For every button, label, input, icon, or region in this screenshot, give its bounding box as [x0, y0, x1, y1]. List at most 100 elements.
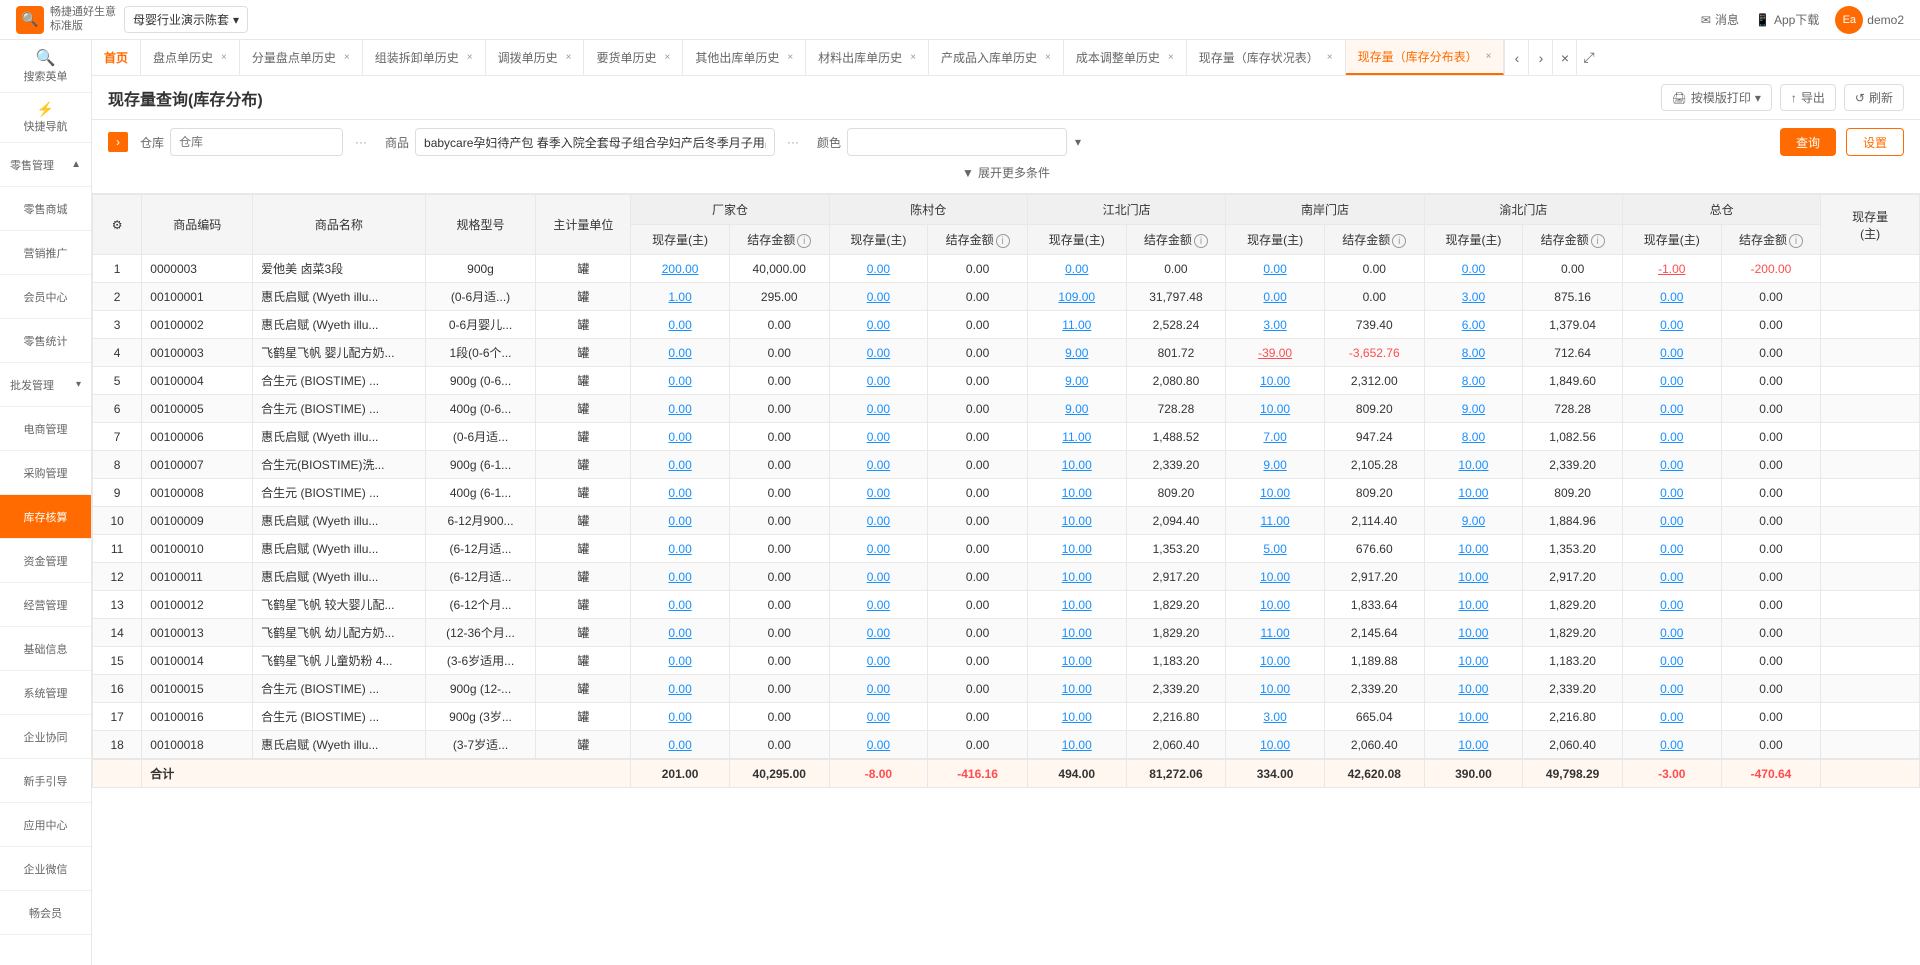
message-btn[interactable]: ✉ 消息 — [1701, 11, 1739, 28]
info-icon[interactable]: i — [996, 234, 1010, 248]
sidebar-item-label: 应用中心 — [24, 817, 68, 833]
close-icon[interactable]: × — [1045, 52, 1051, 63]
total-stock-cell: 0.00 — [1623, 339, 1722, 367]
sidebar-item-quicknav[interactable]: ⚡ 快捷导航 — [0, 93, 91, 143]
close-icon[interactable]: × — [910, 52, 916, 63]
tab-material-outbound[interactable]: 材料出库单历史 × — [806, 40, 929, 75]
nanan-stock-cell: 10.00 — [1226, 479, 1325, 507]
total-amount-cell: 0.00 — [1721, 451, 1821, 479]
sidebar-item-retail-mall[interactable]: 零售商城 — [0, 187, 91, 231]
chenbu-stock-cell: 0.00 — [829, 255, 928, 283]
chenbu-stock-cell: 0.00 — [829, 479, 928, 507]
nanan-amount-cell: 2,339.20 — [1324, 675, 1424, 703]
chenbu-amount-cell: 0.00 — [928, 591, 1028, 619]
tab-finished-inbound[interactable]: 产成品入库单历史 × — [929, 40, 1064, 75]
sidebar-item-operations[interactable]: 经营管理 — [0, 583, 91, 627]
tab-next-btn[interactable]: › — [1528, 40, 1552, 76]
tab-assembly[interactable]: 组装拆卸单历史 × — [363, 40, 486, 75]
tab-stock-status[interactable]: 现存量（库存状况表） × — [1187, 40, 1346, 75]
color-dropdown-icon[interactable]: ▾ — [1075, 135, 1081, 149]
sidebar-item-ecommerce[interactable]: 电商管理 — [0, 407, 91, 451]
seq-cell: 18 — [93, 731, 142, 760]
tab-requisition[interactable]: 要货单历史 × — [584, 40, 683, 75]
product-input[interactable] — [415, 128, 775, 156]
tab-stocktake-history[interactable]: 盘点单历史 × — [141, 40, 240, 75]
sidebar-item-collab[interactable]: 企业协同 — [0, 715, 91, 759]
user-menu[interactable]: Ea demo2 — [1835, 6, 1904, 34]
tenant-selector[interactable]: 母婴行业演示陈套 ▾ — [124, 6, 248, 33]
close-icon[interactable]: × — [1486, 51, 1492, 62]
close-icon[interactable]: × — [1168, 52, 1174, 63]
yuebei-amount-cell: 728.28 — [1523, 395, 1623, 423]
sidebar-item-appcenter[interactable]: 应用中心 — [0, 803, 91, 847]
factory-stock-cell: 0.00 — [631, 535, 730, 563]
close-icon[interactable]: × — [344, 52, 350, 63]
print-button[interactable]: 🖨 按模版打印 ▾ — [1661, 84, 1772, 111]
tab-partial-stocktake[interactable]: 分量盘点单历史 × — [240, 40, 363, 75]
refresh-button[interactable]: ↺ 刷新 — [1844, 84, 1904, 111]
info-icon[interactable]: i — [1789, 234, 1803, 248]
settings-button[interactable]: 设置 — [1846, 128, 1904, 156]
sidebar-item-search[interactable]: 🔍 搜索英单 — [0, 40, 91, 93]
factory-stock-cell: 0.00 — [631, 367, 730, 395]
table-area[interactable]: ⚙ 商品编码 商品名称 规格型号 主计量单位 厂家仓 陈村仓 江北门店 南岸门店… — [92, 194, 1920, 965]
export-button[interactable]: ↑ 导出 — [1780, 84, 1836, 111]
sidebar-item-basicinfo[interactable]: 基础信息 — [0, 627, 91, 671]
info-icon[interactable]: i — [1392, 234, 1406, 248]
yuebei-stock-cell: 0.00 — [1424, 255, 1523, 283]
footer-yuebei-stock: 390.00 — [1424, 759, 1523, 788]
tab-transfer[interactable]: 调拨单历史 × — [486, 40, 585, 75]
sidebar-item-guide[interactable]: 新手引导 — [0, 759, 91, 803]
seq-cell: 13 — [93, 591, 142, 619]
close-icon[interactable]: × — [787, 52, 793, 63]
sidebar-item-wholesale[interactable]: 批发管理 ▾ — [0, 363, 91, 407]
product-dots-btn[interactable]: ··· — [781, 135, 805, 149]
tab-stock-dist[interactable]: 现存量（库存分布表） × — [1346, 40, 1505, 75]
sidebar-item-purchase[interactable]: 采购管理 — [0, 451, 91, 495]
info-icon[interactable]: i — [1591, 234, 1605, 248]
close-icon[interactable]: × — [1327, 52, 1333, 63]
tab-close-btn[interactable]: × — [1552, 40, 1576, 76]
app-download-btn[interactable]: 📱 App下载 — [1755, 11, 1819, 28]
warehouse-input[interactable] — [170, 128, 343, 156]
table-row: 12 00100011 惠氏启赋 (Wyeth illu... (6-12月适.… — [93, 563, 1920, 591]
color-input[interactable] — [847, 128, 1067, 156]
sidebar-item-member2[interactable]: 畅会员 — [0, 891, 91, 935]
jiangbei-amount-cell: 2,917.20 — [1126, 563, 1226, 591]
close-icon[interactable]: × — [467, 52, 473, 63]
code-cell: 00100010 — [142, 535, 253, 563]
tab-expand-btn[interactable]: ⤢ — [1576, 40, 1600, 76]
warehouse-dots-btn[interactable]: ··· — [349, 135, 373, 149]
code-cell: 00100011 — [142, 563, 253, 591]
total-stock-cell: 0.00 — [1623, 703, 1722, 731]
search-button[interactable]: 查询 — [1780, 128, 1836, 156]
sidebar-item-wechat[interactable]: 企业微信 — [0, 847, 91, 891]
sidebar-item-inventory[interactable]: 库存核算 — [0, 495, 91, 539]
col-jiangbei-stock-sub: 现存量(主) — [1027, 225, 1126, 255]
expand-conditions-btn[interactable]: ▼ 展开更多条件 — [954, 160, 1058, 185]
tab-other-outbound[interactable]: 其他出库单历史 × — [683, 40, 806, 75]
sidebar-item-retail-mgmt[interactable]: 零售管理 ▲ — [0, 143, 91, 187]
tab-cost-adjust[interactable]: 成本调整单历史 × — [1064, 40, 1187, 75]
sidebar-item-member[interactable]: 会员中心 — [0, 275, 91, 319]
name-cell: 爱他美 卤菜3段 — [253, 255, 425, 283]
yuebei-stock-cell: 8.00 — [1424, 367, 1523, 395]
nanan-stock-cell: -39.00 — [1226, 339, 1325, 367]
sidebar-item-label: 营销推广 — [24, 245, 68, 261]
close-icon[interactable]: × — [221, 52, 227, 63]
sidebar-item-retail-stats[interactable]: 零售统计 — [0, 319, 91, 363]
col-gear[interactable]: ⚙ — [93, 195, 142, 255]
close-icon[interactable]: × — [566, 52, 572, 63]
tab-prev-btn[interactable]: ‹ — [1504, 40, 1528, 76]
tab-home[interactable]: 首页 — [92, 40, 141, 75]
current-cell — [1821, 255, 1920, 283]
info-icon[interactable]: i — [1194, 234, 1208, 248]
sidebar-item-marketing[interactable]: 营销推广 — [0, 231, 91, 275]
close-icon[interactable]: × — [664, 52, 670, 63]
unit-cell: 罐 — [536, 591, 631, 619]
sidebar-item-finance[interactable]: 资金管理 — [0, 539, 91, 583]
name-cell: 飞鹤星飞帆 儿童奶粉 4... — [253, 647, 425, 675]
info-icon[interactable]: i — [797, 234, 811, 248]
sidebar-item-system[interactable]: 系统管理 — [0, 671, 91, 715]
collapse-arrow[interactable]: › — [108, 132, 128, 152]
